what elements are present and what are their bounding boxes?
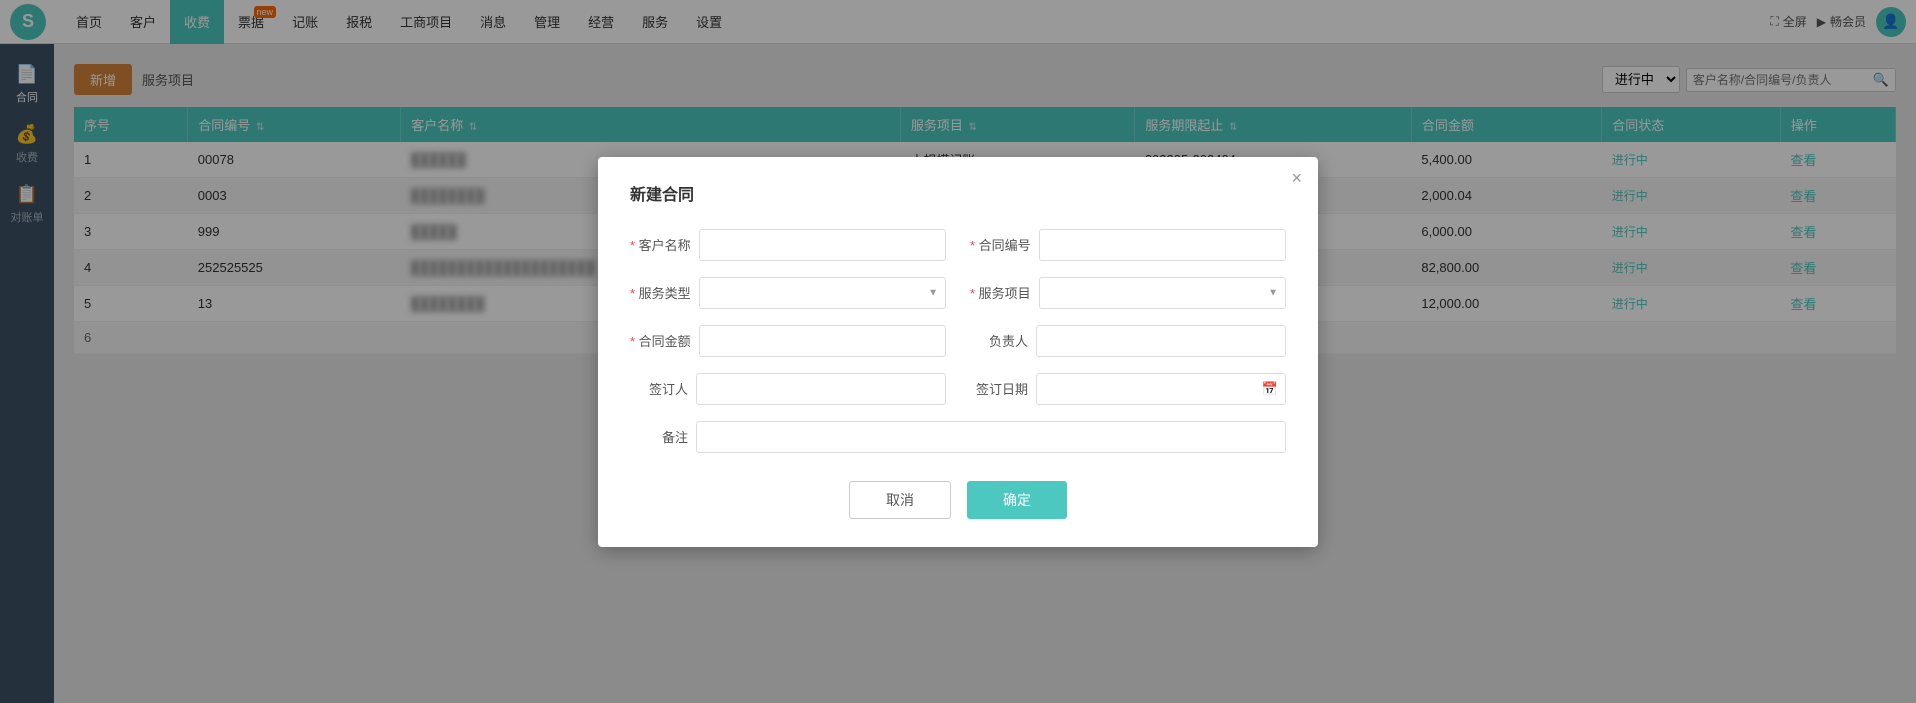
amount-label: 合同金额 bbox=[630, 331, 691, 350]
sign-date-input[interactable]: 2023-06-06 bbox=[1036, 373, 1286, 405]
contract-no-label: 合同编号 bbox=[970, 235, 1031, 254]
service-type-select[interactable] bbox=[699, 277, 946, 309]
service-type-row: 服务类型 ▼ bbox=[630, 277, 946, 309]
signatory-row: 签订人 bbox=[630, 373, 946, 405]
remark-label: 备注 bbox=[630, 427, 688, 446]
amount-row: 合同金额 0.00 bbox=[630, 325, 946, 357]
service-item-row: 服务项目 ▼ bbox=[970, 277, 1286, 309]
date-wrap: 2023-06-06 📅 bbox=[1036, 373, 1286, 405]
responsible-row: 负责人 bbox=[970, 325, 1286, 357]
responsible-label: 负责人 bbox=[970, 331, 1028, 350]
cancel-button[interactable]: 取消 bbox=[849, 481, 951, 519]
new-contract-modal: × 新建合同 客户名称 合同编号 服务类型 ▼ 服务项目 bbox=[598, 157, 1318, 547]
signatory-label: 签订人 bbox=[630, 379, 688, 398]
modal-footer: 取消 确定 bbox=[630, 481, 1286, 519]
service-item-select[interactable] bbox=[1039, 277, 1286, 309]
contract-no-input[interactable] bbox=[1039, 229, 1286, 261]
close-button[interactable]: × bbox=[1291, 169, 1302, 187]
form-grid: 客户名称 合同编号 服务类型 ▼ 服务项目 ▼ bbox=[630, 229, 1286, 453]
customer-name-input[interactable] bbox=[699, 229, 946, 261]
calendar-icon[interactable]: 📅 bbox=[1262, 381, 1278, 397]
sign-date-row: 签订日期 2023-06-06 📅 bbox=[970, 373, 1286, 405]
signatory-input[interactable] bbox=[696, 373, 946, 405]
confirm-button[interactable]: 确定 bbox=[967, 481, 1067, 519]
sign-date-label: 签订日期 bbox=[970, 379, 1028, 398]
service-item-label: 服务项目 bbox=[970, 283, 1031, 302]
remark-row: 备注 bbox=[630, 421, 1286, 453]
service-item-select-wrap: ▼ bbox=[1039, 277, 1286, 309]
responsible-input[interactable] bbox=[1036, 325, 1286, 357]
service-type-label: 服务类型 bbox=[630, 283, 691, 302]
service-type-select-wrap: ▼ bbox=[699, 277, 946, 309]
remark-input[interactable] bbox=[696, 421, 1286, 453]
modal-title: 新建合同 bbox=[630, 181, 1286, 205]
customer-name-row: 客户名称 bbox=[630, 229, 946, 261]
amount-input[interactable]: 0.00 bbox=[699, 325, 946, 357]
customer-name-label: 客户名称 bbox=[630, 235, 691, 254]
modal-overlay[interactable]: × 新建合同 客户名称 合同编号 服务类型 ▼ 服务项目 bbox=[0, 0, 1916, 703]
contract-no-row: 合同编号 bbox=[970, 229, 1286, 261]
